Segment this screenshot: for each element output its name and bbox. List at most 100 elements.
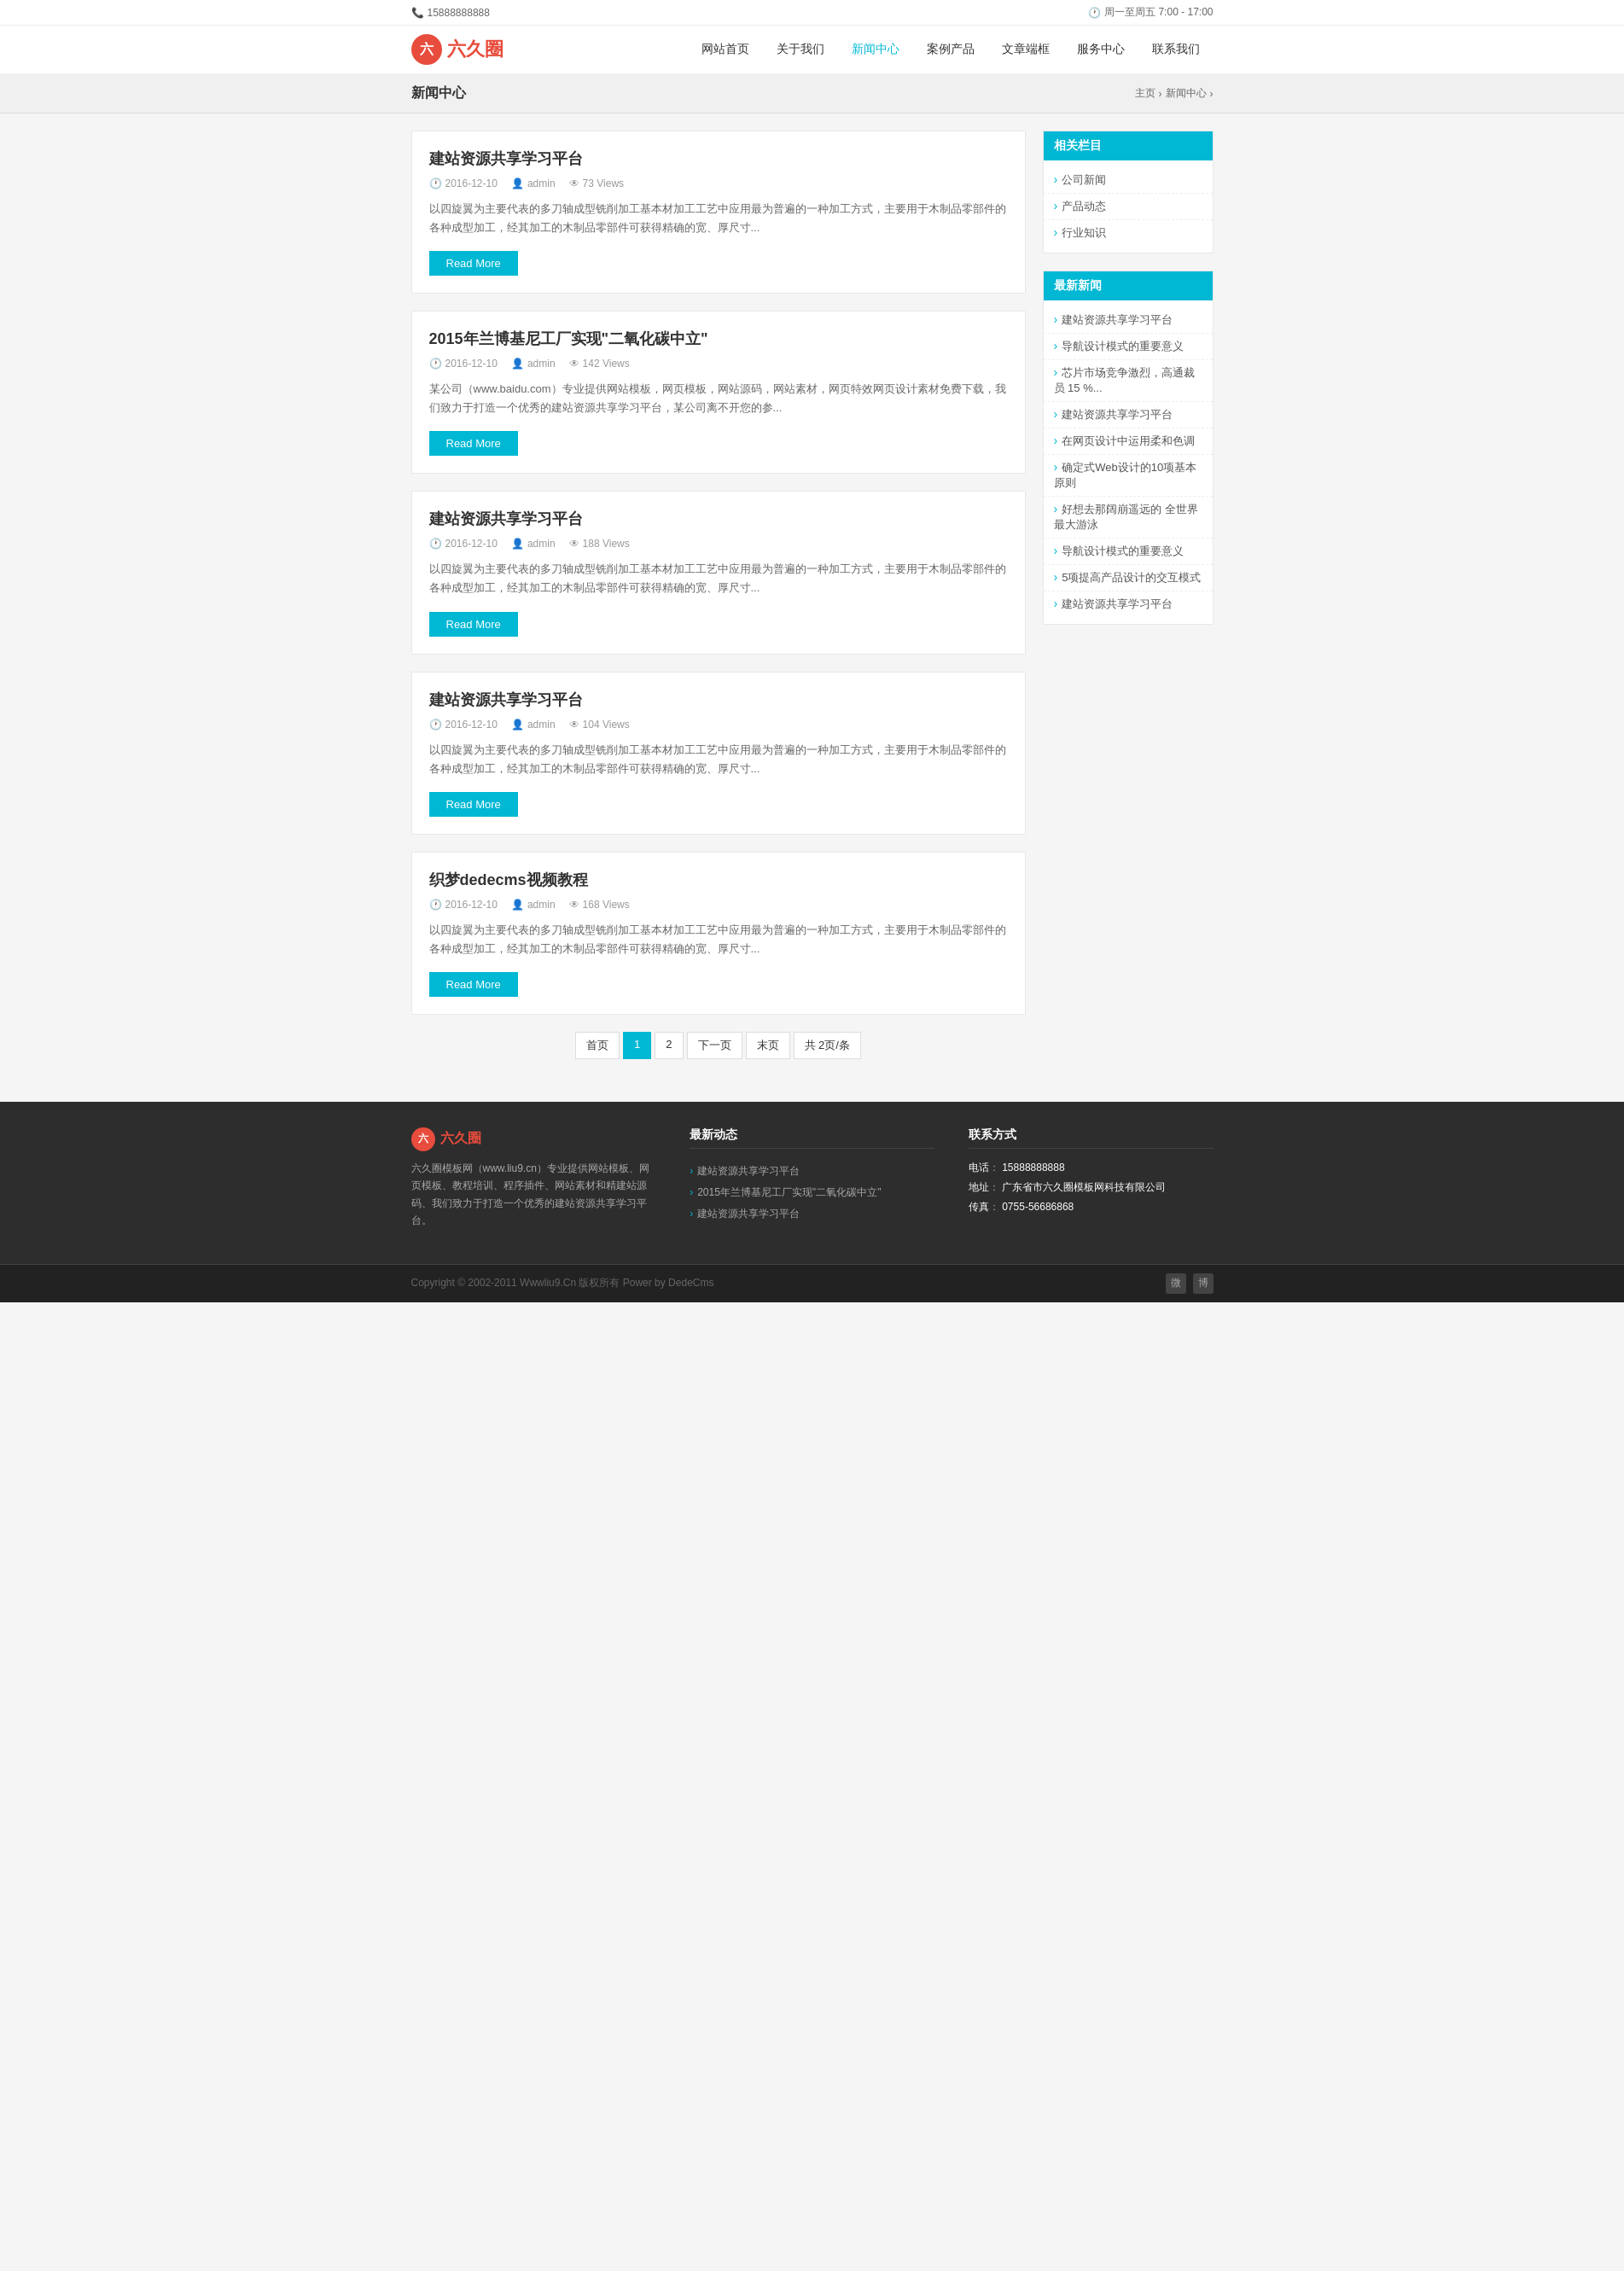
nav-item-news[interactable]: 新闻中心 [838,35,913,64]
footer-latest-1: 建站资源共享学习平台 [690,1161,934,1182]
user-icon-1: 👤 [511,178,524,189]
latest-link-4[interactable]: 建站资源共享学习平台 [1062,408,1173,421]
calendar-icon-4: 🕐 [429,719,442,731]
hours-text: 周一至周五 7:00 - 17:00 [1104,5,1213,20]
footer-address: 地址： 广东省市六久圈模板网科技有限公司 [969,1180,1214,1195]
latest-link-2[interactable]: 导航设计模式的重要意义 [1062,340,1184,352]
page-title: 新闻中心 [411,84,466,102]
clock-icon: 🕐 [1088,7,1101,19]
related-item-2: 产品动态 [1044,194,1213,220]
logo-text: 六久圈 [447,37,503,62]
footer-col-contact: 联系方式 电话： 15888888888 地址： 广东省市六久圈模板网科技有限公… [969,1127,1214,1238]
related-link-1[interactable]: 公司新闻 [1062,173,1106,186]
latest-link-1[interactable]: 建站资源共享学习平台 [1062,313,1173,326]
latest-link-3[interactable]: 芯片市场竞争激烈，高通裁员 15 %... [1054,366,1196,394]
breadcrumb-bar: 新闻中心 主页 › 新闻中心 › [0,74,1624,114]
article-author-2: 👤 admin [511,358,556,370]
latest-link-9[interactable]: 5项提高产品设计的交互模式 [1062,571,1201,584]
related-link-3[interactable]: 行业知识 [1062,226,1106,239]
footer-address-value: 广东省市六久圈模板网科技有限公司 [1002,1181,1166,1193]
pagination-page-1[interactable]: 1 [623,1032,651,1059]
eye-icon-4: 👁 [569,719,579,731]
footer-address-label: 地址 [969,1181,989,1193]
latest-item-9: 5项提高产品设计的交互模式 [1044,565,1213,591]
nav-item-about[interactable]: 关于我们 [763,35,838,64]
latest-link-6[interactable]: 确定式Web设计的10项基本原则 [1054,461,1197,489]
related-item-1: 公司新闻 [1044,167,1213,194]
related-link-2[interactable]: 产品动态 [1062,200,1106,213]
pagination-page-2[interactable]: 2 [655,1032,683,1059]
user-icon-4: 👤 [511,719,524,731]
footer-col-about: 六 六久圈 六久圈模板网（www.liu9.cn）专业提供网站模板、网页模板、教… [411,1127,656,1238]
article-desc-3: 以四旋翼为主要代表的多刀轴成型铣削加工基本材加工工艺中应用最为普遍的一种加工方式… [429,560,1008,597]
footer-latest-link-3[interactable]: 建站资源共享学习平台 [697,1208,800,1220]
logo[interactable]: 六 六久圈 [411,34,503,65]
footer-latest-list: 建站资源共享学习平台 2015年兰博基尼工厂实现"二氧化碳中立" 建站资源共享学… [690,1161,934,1225]
nav-item-home[interactable]: 网站首页 [688,35,763,64]
latest-link-7[interactable]: 好想去那阔崩遥远的 全世界最大游泳 [1054,503,1198,531]
read-more-btn-4[interactable]: Read More [429,792,518,817]
article-views-5: 👁 168 Views [569,899,630,911]
user-icon-2: 👤 [511,358,524,370]
article-author-3: 👤 admin [511,538,556,550]
pagination-total: 共 2页/条 [794,1032,861,1059]
nav-item-articles[interactable]: 文章端框 [988,35,1063,64]
footer-phone-label: 电话 [969,1162,989,1173]
eye-icon-1: 👁 [569,178,579,189]
latest-link-10[interactable]: 建站资源共享学习平台 [1062,597,1173,610]
read-more-btn-3[interactable]: Read More [429,612,518,637]
article-card-4: 建站资源共享学习平台 🕐 2016-12-10 👤 admin 👁 104 Vi… [411,672,1026,835]
calendar-icon-3: 🕐 [429,538,442,550]
article-date-3: 🕐 2016-12-10 [429,538,498,550]
rss-icon[interactable]: 博 [1193,1273,1214,1294]
nav-item-cases[interactable]: 案例产品 [913,35,988,64]
phone-icon: 📞 [411,7,424,19]
user-icon-3: 👤 [511,538,524,550]
article-meta-5: 🕐 2016-12-10 👤 admin 👁 168 Views [429,899,1008,911]
pagination-first[interactable]: 首页 [575,1032,620,1059]
related-list: 公司新闻 产品动态 行业知识 [1044,160,1213,253]
article-title-3: 建站资源共享学习平台 [429,509,1008,529]
read-more-btn-2[interactable]: Read More [429,431,518,456]
article-date-1: 🕐 2016-12-10 [429,178,498,189]
nav-item-contact[interactable]: 联系我们 [1138,35,1214,64]
latest-link-5[interactable]: 在网页设计中运用柔和色调 [1062,434,1195,447]
article-date-2: 🕐 2016-12-10 [429,358,498,370]
article-card-5: 织梦dedecms视频教程 🕐 2016-12-10 👤 admin 👁 168… [411,852,1026,1015]
article-title-5: 织梦dedecms视频教程 [429,870,1008,890]
nav-item-service[interactable]: 服务中心 [1063,35,1138,64]
breadcrumb-separator: › [1159,88,1162,100]
pagination-last[interactable]: 末页 [746,1032,790,1059]
latest-item-5: 在网页设计中运用柔和色调 [1044,428,1213,455]
calendar-icon-1: 🕐 [429,178,442,189]
read-more-btn-5[interactable]: Read More [429,972,518,997]
article-views-3: 👁 188 Views [569,538,630,550]
footer-latest-link-1[interactable]: 建站资源共享学习平台 [697,1165,800,1177]
breadcrumb: 主页 › 新闻中心 › [1135,86,1214,101]
article-card-3: 建站资源共享学习平台 🕐 2016-12-10 👤 admin 👁 188 Vi… [411,491,1026,654]
footer-latest-2: 2015年兰博基尼工厂实现"二氧化碳中立" [690,1182,934,1203]
header: 六 六久圈 网站首页 关于我们 新闻中心 案例产品 文章端框 服务中心 联系我们 [0,26,1624,74]
breadcrumb-end: › [1210,88,1214,100]
footer-latest-link-2[interactable]: 2015年兰博基尼工厂实现"二氧化碳中立" [697,1186,881,1198]
article-author-1: 👤 admin [511,178,556,189]
footer-logo-text: 六久圈 [440,1130,481,1148]
article-views-1: 👁 73 Views [569,178,624,189]
latest-item-10: 建站资源共享学习平台 [1044,591,1213,617]
footer-fax-value: 0755-56686868 [1002,1201,1074,1213]
breadcrumb-current: 新闻中心 [1166,86,1207,101]
related-box: 相关栏目 公司新闻 产品动态 行业知识 [1043,131,1214,253]
article-card-2: 2015年兰博基尼工厂实现"二氧化碳中立" 🕐 2016-12-10 👤 adm… [411,311,1026,474]
article-date-4: 🕐 2016-12-10 [429,719,498,731]
breadcrumb-home[interactable]: 主页 [1135,86,1155,101]
pagination-next[interactable]: 下一页 [687,1032,742,1059]
footer: 六 六久圈 六久圈模板网（www.liu9.cn）专业提供网站模板、网页模板、教… [0,1102,1624,1302]
latest-link-8[interactable]: 导航设计模式的重要意义 [1062,544,1184,557]
related-item-3: 行业知识 [1044,220,1213,246]
logo-icon: 六 [411,34,442,65]
footer-fax: 传真： 0755-56686868 [969,1200,1214,1214]
weibo-icon[interactable]: 微 [1166,1273,1186,1294]
user-icon-5: 👤 [511,899,524,911]
read-more-btn-1[interactable]: Read More [429,251,518,276]
latest-item-8: 导航设计模式的重要意义 [1044,539,1213,565]
